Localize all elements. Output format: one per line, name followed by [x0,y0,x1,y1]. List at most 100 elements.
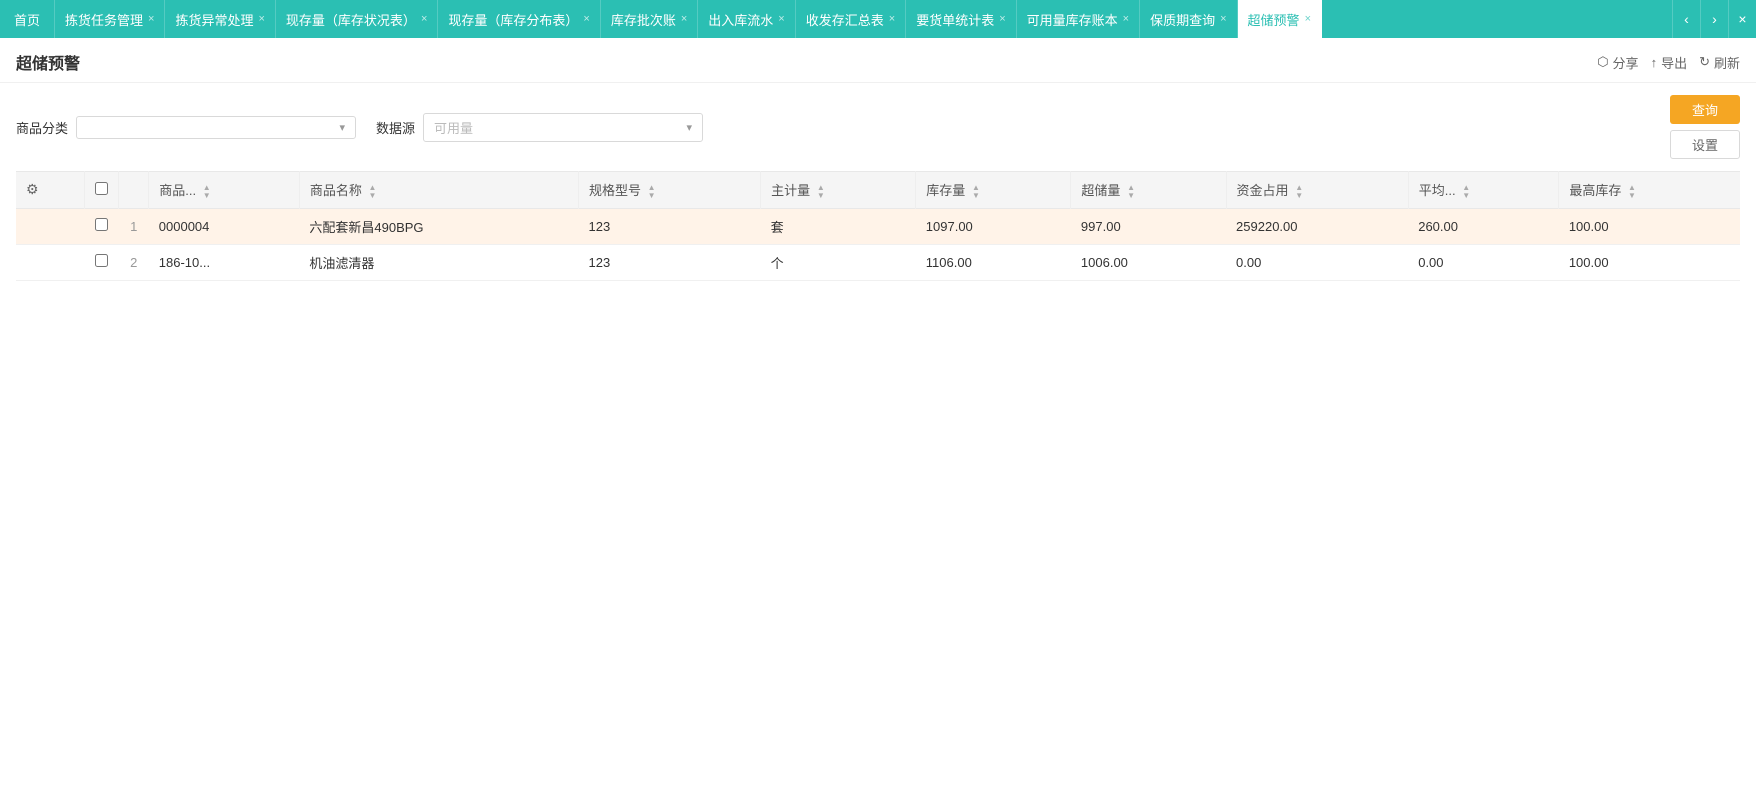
row-spec: 123 [579,208,761,244]
tab-tab11[interactable]: 超储预警 × [1238,0,1322,38]
row-action-cell [16,208,85,244]
row-checkbox[interactable] [95,254,108,267]
col-avg-header[interactable]: 平均... ▲▼ [1408,172,1559,209]
header-actions: ⬡ 分享 ↑ 导出 ↻ 刷新 [1597,53,1740,72]
table-container: ⚙ 商品... ▲▼ 商品名称 ▲▼ 规格型号 ▲▼ [0,171,1756,281]
tab-tab9[interactable]: 可用量库存账本 × [1017,0,1140,38]
col-unit-header[interactable]: 主计量 ▲▼ [761,172,916,209]
tab-tab10[interactable]: 保质期查询 × [1140,0,1237,38]
category-select[interactable]: ▾ [76,116,356,139]
row-goods-name: 机油滤清器 [299,244,578,280]
nav-arrow-left[interactable]: ‹ [1672,0,1700,38]
close-tab5-icon[interactable]: × [681,13,687,25]
tab-tab3[interactable]: 现存量（库存状况表） × [276,0,438,38]
category-label: 商品分类 [16,118,68,137]
overflow-sort-icon: ▲▼ [1127,184,1135,200]
export-icon: ↑ [1651,55,1658,70]
row-overflow: 997.00 [1071,208,1226,244]
stock-sort-icon: ▲▼ [972,184,980,200]
nav-arrow-right[interactable]: › [1700,0,1728,38]
close-tab8-icon[interactable]: × [999,13,1005,25]
settings-gear-icon[interactable]: ⚙ [26,181,39,197]
close-tab2-icon[interactable]: × [258,13,264,25]
tab-tab8[interactable]: 要货单统计表 × [906,0,1016,38]
query-button[interactable]: 查询 [1670,95,1740,124]
row-checkbox[interactable] [95,218,108,231]
col-goods-name-header[interactable]: 商品名称 ▲▼ [299,172,578,209]
table-body: 1 0000004 六配套新昌490BPG 123 套 1097.00 997.… [16,208,1740,280]
col-stock-header[interactable]: 库存量 ▲▼ [916,172,1071,209]
close-tab11-icon[interactable]: × [1305,13,1311,25]
table-header-row: ⚙ 商品... ▲▼ 商品名称 ▲▼ 规格型号 ▲▼ [16,172,1740,209]
close-tab1-icon[interactable]: × [148,13,154,25]
settings-button[interactable]: 设置 [1670,130,1740,159]
row-unit: 个 [761,244,916,280]
row-goods-code: 186-10... [149,244,300,280]
row-avg: 260.00 [1408,208,1559,244]
avg-sort-icon: ▲▼ [1462,184,1470,200]
col-checkbox-header[interactable] [85,172,119,209]
col-overflow-header[interactable]: 超储量 ▲▼ [1071,172,1226,209]
refresh-button[interactable]: ↻ 刷新 [1699,53,1740,72]
close-tab10-icon[interactable]: × [1220,13,1226,25]
row-spec: 123 [579,244,761,280]
share-icon: ⬡ [1597,54,1608,70]
capital-sort-icon: ▲▼ [1295,184,1303,200]
datasource-select-arrow-icon: ▾ [687,121,693,134]
datasource-select-value: 可用量 [434,118,686,137]
row-stock: 1106.00 [916,244,1071,280]
tab-tab5[interactable]: 库存批次账 × [601,0,698,38]
tab-tab1[interactable]: 拣货任务管理 × [55,0,165,38]
filter-buttons: 查询 设置 [1670,95,1740,159]
refresh-icon: ↻ [1699,54,1710,70]
col-spec-header[interactable]: 规格型号 ▲▼ [579,172,761,209]
unit-sort-icon: ▲▼ [817,184,825,200]
tab-tab6[interactable]: 出入库流水 × [698,0,795,38]
row-checkbox-cell[interactable] [85,208,119,244]
goods-name-sort-icon: ▲▼ [369,184,377,200]
category-select-arrow-icon: ▾ [339,121,345,134]
row-unit: 套 [761,208,916,244]
row-checkbox-cell[interactable] [85,244,119,280]
close-tab4-icon[interactable]: × [583,13,589,25]
row-max-stock: 100.00 [1559,244,1740,280]
tab-tab7[interactable]: 收发存汇总表 × [796,0,906,38]
row-capital: 0.00 [1226,244,1408,280]
row-goods-name: 六配套新昌490BPG [299,208,578,244]
close-tab3-icon[interactable]: × [421,13,427,25]
nav-home[interactable]: 首页 [0,0,55,38]
row-index: 1 [119,208,149,244]
row-max-stock: 100.00 [1559,208,1740,244]
nav-arrows: ‹ › × [1672,0,1756,38]
col-index-header [119,172,149,209]
select-all-checkbox[interactable] [95,182,108,195]
spec-sort-icon: ▲▼ [648,184,656,200]
page-title: 超储预警 [16,50,80,74]
row-avg: 0.00 [1408,244,1559,280]
row-overflow: 1006.00 [1071,244,1226,280]
row-capital: 259220.00 [1226,208,1408,244]
col-goods-code-header[interactable]: 商品... ▲▼ [149,172,300,209]
table-row: 2 186-10... 机油滤清器 123 个 1106.00 1006.00 … [16,244,1740,280]
nav-bar: 首页 拣货任务管理 × 拣货异常处理 × 现存量（库存状况表） × 现存量（库存… [0,0,1756,38]
category-filter-group: 商品分类 ▾ [16,116,356,139]
row-action-cell [16,244,85,280]
col-max-stock-header[interactable]: 最高库存 ▲▼ [1559,172,1740,209]
table-row: 1 0000004 六配套新昌490BPG 123 套 1097.00 997.… [16,208,1740,244]
tab-tab2[interactable]: 拣货异常处理 × [165,0,275,38]
nav-arrow-more[interactable]: × [1728,0,1756,38]
tab-tab4[interactable]: 现存量（库存分布表） × [438,0,600,38]
col-settings-header[interactable]: ⚙ [16,172,85,209]
share-button[interactable]: ⬡ 分享 [1597,53,1638,72]
data-table: ⚙ 商品... ▲▼ 商品名称 ▲▼ 规格型号 ▲▼ [16,171,1740,281]
row-index: 2 [119,244,149,280]
row-stock: 1097.00 [916,208,1071,244]
close-tab9-icon[interactable]: × [1123,13,1129,25]
col-capital-header[interactable]: 资金占用 ▲▼ [1226,172,1408,209]
datasource-select[interactable]: 可用量 ▾ [423,113,703,142]
close-tab7-icon[interactable]: × [889,13,895,25]
close-tab6-icon[interactable]: × [778,13,784,25]
export-button[interactable]: ↑ 导出 [1651,53,1688,72]
goods-code-sort-icon: ▲▼ [203,184,211,200]
page-header: 超储预警 ⬡ 分享 ↑ 导出 ↻ 刷新 [0,38,1756,83]
